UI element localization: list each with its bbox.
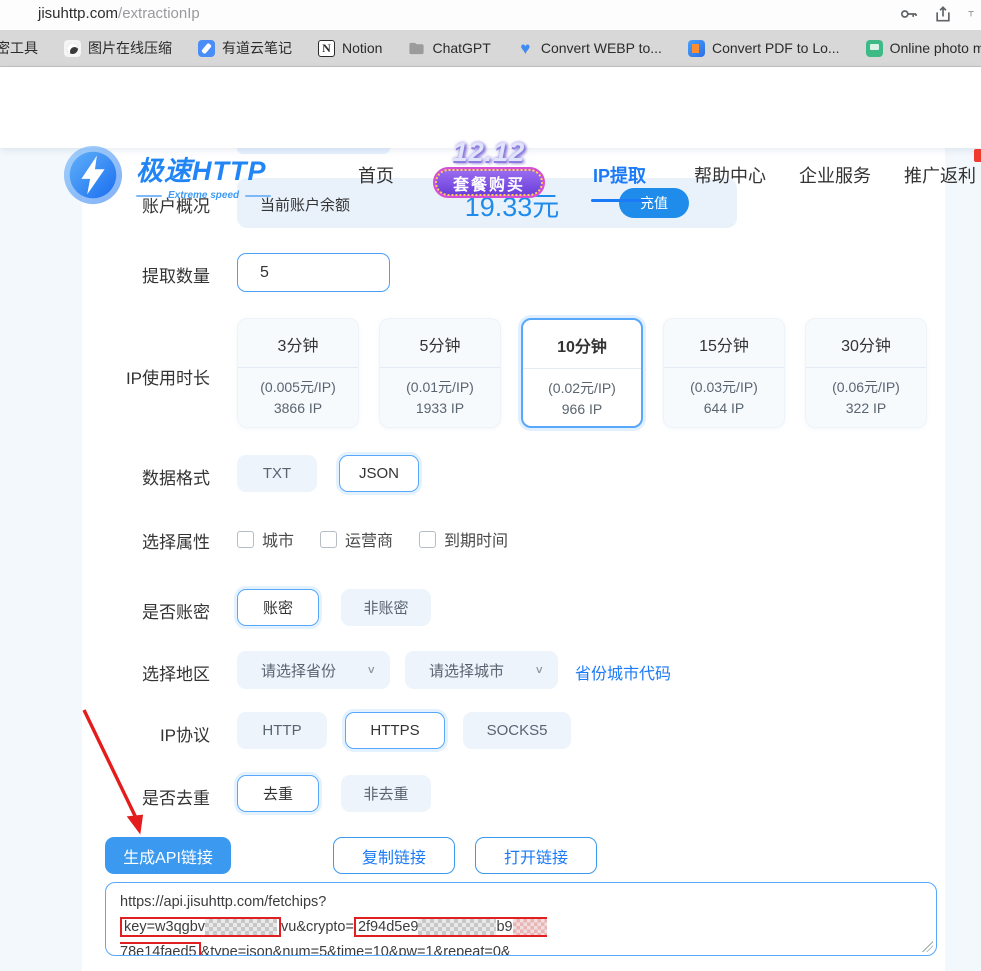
nav-ip-extract-active[interactable]: IP提取 (590, 162, 649, 202)
nav-affiliate[interactable]: 推广返利 (904, 162, 976, 188)
bookmark-convert-pdf[interactable]: Convert PDF to Lo... (687, 39, 840, 57)
site-logo[interactable]: 极速HTTP Extreme speed (62, 144, 271, 206)
share-icon[interactable] (933, 4, 953, 24)
bookmark-encrypt-tool[interactable]: 密工具 (0, 38, 38, 58)
checkbox-city[interactable]: 城市 (237, 527, 294, 551)
province-city-code-link[interactable]: 省份城市代码 (575, 660, 671, 684)
notion-icon: N (318, 39, 335, 57)
duration-option-15min[interactable]: 15分钟 (0.03元/IP) 644 IP (663, 318, 785, 428)
checkbox-expiry[interactable]: 到期时间 (419, 527, 508, 551)
partial-toolbar-icon[interactable] (967, 4, 975, 24)
balance-label: 当前账户余额 (260, 197, 351, 214)
pdf-converter-icon (687, 39, 705, 57)
redacted-key-highlight: key=w3qgbv (120, 917, 282, 937)
password-key-icon[interactable] (899, 4, 919, 24)
dedupe-option-yes-selected[interactable]: 去重 (237, 775, 319, 812)
protocol-option-http[interactable]: HTTP (237, 712, 327, 749)
bookmark-notion[interactable]: N Notion (318, 39, 382, 57)
api-url-textarea[interactable]: https://api.jisuhttp.com/fetchips? key=w… (105, 882, 937, 956)
site-header: 极速HTTP Extreme speed 首页 12.12 套餐购买 IP提取 … (0, 67, 981, 205)
nav-help-center[interactable]: 帮助中心 (694, 162, 766, 188)
bookmark-youdao-note[interactable]: 有道云笔记 (198, 38, 292, 58)
censored-crypto-block-2 (512, 919, 547, 936)
censored-key-block (205, 919, 278, 936)
bookmark-convert-webp[interactable]: ♥ Convert WEBP to... (517, 40, 662, 57)
logo-subtitle: Extreme speed (168, 190, 240, 201)
browser-toolbar: jisuhttp.com/extractionIp (0, 0, 981, 30)
open-link-button[interactable]: 打开链接 (475, 837, 597, 874)
quantity-input[interactable] (237, 253, 390, 292)
format-option-txt[interactable]: TXT (237, 455, 317, 492)
auth-option-credential-selected[interactable]: 账密 (237, 589, 319, 626)
heart-icon: ♥ (520, 38, 531, 58)
textarea-resize-handle[interactable] (922, 941, 933, 952)
protocol-label: IP协议 (159, 726, 210, 745)
checkbox-box[interactable] (237, 530, 254, 548)
duration-option-10min-selected[interactable]: 10分钟 (0.02元/IP) 966 IP (521, 318, 643, 428)
duration-option-5min[interactable]: 5分钟 (0.01元/IP) 1933 IP (379, 318, 501, 428)
province-select[interactable]: 请选择省份 ∨ (237, 651, 390, 689)
quantity-label: 提取数量 (142, 267, 210, 286)
checkbox-box[interactable] (320, 530, 338, 548)
folder-icon (408, 40, 425, 57)
promo-1212-text: 12.12 (452, 137, 526, 167)
region-label: 选择地区 (142, 665, 210, 684)
duration-option-30min[interactable]: 30分钟 (0.06元/IP) 322 IP (805, 318, 927, 428)
copy-link-button[interactable]: 复制链接 (333, 837, 455, 874)
format-label: 数据格式 (142, 469, 210, 488)
censored-crypto-block (418, 919, 497, 936)
nav-home[interactable]: 首页 (358, 162, 394, 188)
dedupe-option-no[interactable]: 非去重 (341, 775, 431, 812)
promo-pill-label: 套餐购买 (452, 176, 525, 194)
checkbox-box[interactable] (419, 530, 437, 548)
address-bar[interactable]: jisuhttp.com/extractionIp (38, 5, 200, 22)
generate-api-link-button[interactable]: 生成API链接 (105, 837, 231, 874)
bookmark-image-compress[interactable]: 图片在线压缩 (64, 38, 172, 58)
panda-icon (64, 39, 81, 57)
protocol-option-https-selected[interactable]: HTTPS (345, 712, 445, 749)
api-url-line2: key=w3qgbv vu&crypto= 2f94d5e9 b978e14faed5… (120, 915, 922, 955)
format-option-json-selected[interactable]: JSON (339, 455, 419, 492)
api-url-line1: https://api.jisuhttp.com/fetchips? (120, 894, 327, 910)
nav-red-badge (974, 149, 981, 162)
url-path: /extractionIp (118, 5, 200, 22)
recharge-button[interactable]: 充值 (619, 188, 689, 218)
protocol-option-socks5[interactable]: SOCKS5 (463, 712, 571, 749)
attributes-label: 选择属性 (142, 533, 210, 552)
dedupe-label: 是否去重 (142, 789, 210, 808)
url-host: jisuhttp.com (38, 5, 119, 22)
nav-enterprise[interactable]: 企业服务 (799, 162, 871, 188)
promo-banner-1212[interactable]: 12.12 套餐购买 (430, 139, 548, 209)
photo-meta-icon (865, 39, 883, 57)
chevron-down-icon: ∨ (366, 663, 376, 676)
city-select[interactable]: 请选择城市 ∨ (405, 651, 558, 689)
auth-option-no-credential[interactable]: 非账密 (341, 589, 431, 626)
pen-icon (198, 39, 215, 57)
logo-title: 极速HTTP (136, 156, 267, 186)
chevron-down-icon: ∨ (534, 663, 544, 676)
duration-option-3min[interactable]: 3分钟 (0.005元/IP) 3866 IP (237, 318, 359, 428)
checkbox-carrier[interactable]: 运营商 (320, 527, 393, 551)
bookmarks-bar: 密工具 图片在线压缩 有道云笔记 N Notion ChatGPT ♥ Conver… (0, 30, 981, 67)
bookmark-photo-meta[interactable]: Online photo meta... (865, 39, 981, 57)
auth-label: 是否账密 (142, 603, 210, 622)
duration-label: IP使用时长 (125, 369, 210, 388)
lightning-logo-icon (63, 145, 123, 205)
bookmark-chatgpt-folder[interactable]: ChatGPT (408, 40, 491, 57)
